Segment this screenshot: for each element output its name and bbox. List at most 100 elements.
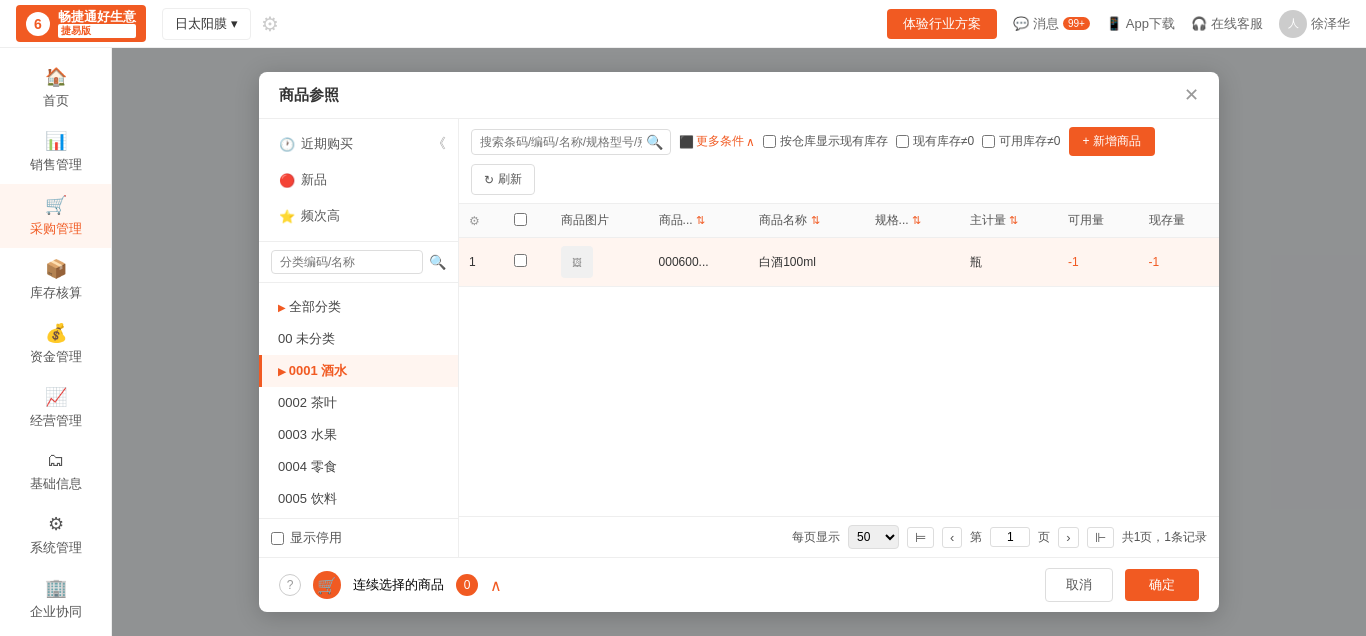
row-stock: -1: [1139, 238, 1220, 287]
search-icon[interactable]: 🔍: [646, 134, 663, 150]
th-spec[interactable]: 规格... ⇅: [865, 204, 960, 238]
toolbar-row: 🔍 ⬛ 更多条件 ∧ 按仓库显示现有库存: [459, 119, 1219, 204]
sidebar-item-purchase[interactable]: 🛒 采购管理: [0, 184, 111, 248]
product-table-wrap: ⚙ 商品图片 商品... ⇅ 商品名称 ⇅ 规格... ⇅ 主计量 ⇅ 可用量 …: [459, 204, 1219, 516]
sidebar-item-operations[interactable]: 📈 经营管理: [0, 376, 111, 440]
select-all-checkbox[interactable]: [514, 213, 527, 226]
collapse-up-icon[interactable]: ∧: [490, 576, 502, 595]
row-name: 白酒100ml: [749, 238, 864, 287]
category-item-0003[interactable]: 0003 水果: [259, 419, 458, 451]
row-checkbox[interactable]: [504, 238, 551, 287]
per-page-select[interactable]: 50 100 200: [848, 525, 899, 549]
warehouse-stock-checkbox[interactable]: [763, 135, 776, 148]
th-unit[interactable]: 主计量 ⇅: [960, 204, 1058, 238]
category-search-input[interactable]: [271, 250, 423, 274]
sidebar-item-label: 经营管理: [30, 412, 82, 430]
app-download-group[interactable]: 📱 App下载: [1106, 15, 1175, 33]
category-item-0001[interactable]: 0001 酒水: [259, 355, 458, 387]
frequent-icon: ⭐: [279, 209, 295, 224]
table-row[interactable]: 1 🖼 000600... 白酒100ml: [459, 238, 1219, 287]
row-select-checkbox[interactable]: [514, 254, 527, 267]
prev-page-button[interactable]: ‹: [942, 527, 962, 548]
sidebar-item-inventory[interactable]: 📦 库存核算: [0, 248, 111, 312]
show-disabled-row: 显示停用: [259, 518, 458, 557]
category-search-icon[interactable]: 🔍: [429, 254, 446, 270]
new-product-item[interactable]: 🔴 新品: [271, 165, 446, 195]
category-item-0005[interactable]: 0005 饮料: [259, 483, 458, 515]
store-selector[interactable]: 日太阳膜 ▾: [162, 8, 251, 40]
sidebar-item-label: 资金管理: [30, 348, 82, 366]
th-code[interactable]: 商品... ⇅: [649, 204, 750, 238]
category-search-row: 🔍: [259, 242, 458, 283]
filter-arrow-icon: ∧: [746, 135, 755, 149]
available-stock-label: 可用库存≠0: [999, 133, 1060, 150]
message-icon: 💬: [1013, 16, 1029, 31]
row-available: -1: [1058, 238, 1138, 287]
th-name[interactable]: 商品名称 ⇅: [749, 204, 864, 238]
chevron-down-icon: ▾: [231, 16, 238, 31]
recent-purchase-label: 近期购买: [301, 135, 353, 153]
confirm-button[interactable]: 确定: [1125, 569, 1199, 601]
frequent-item[interactable]: ⭐ 频次高: [271, 201, 446, 231]
logo-sub: 捷易版: [58, 24, 136, 38]
mobile-icon: 📱: [1106, 16, 1122, 31]
category-item-all[interactable]: 全部分类: [259, 291, 458, 323]
dialog-body: 🕐 近期购买 《 🔴 新品 ⭐ 频次高: [259, 119, 1219, 557]
help-icon[interactable]: ?: [279, 574, 301, 596]
inventory-icon: 📦: [45, 258, 67, 280]
logo-icon: 6: [26, 12, 50, 36]
warehouse-stock-label: 按仓库显示现有库存: [780, 133, 888, 150]
enterprise-icon: 🏢: [45, 577, 67, 599]
sidebar-item-label: 系统管理: [30, 539, 82, 557]
sidebar-item-sales[interactable]: 📊 销售管理: [0, 120, 111, 184]
online-service-group[interactable]: 🎧 在线客服: [1191, 15, 1263, 33]
username-label: 徐泽华: [1311, 15, 1350, 33]
page-suffix-label: 页: [1038, 529, 1050, 546]
sidebar-item-finance[interactable]: 💰 资金管理: [0, 312, 111, 376]
category-item-00[interactable]: 00 未分类: [259, 323, 458, 355]
row-spec: [865, 238, 960, 287]
online-service-label: 在线客服: [1211, 15, 1263, 33]
sidebar-item-enterprise[interactable]: 🏢 企业协同: [0, 567, 111, 631]
sidebar-item-guide[interactable]: 🎯 新手引导: [0, 631, 111, 636]
check-group-3: 可用库存≠0: [982, 133, 1060, 150]
system-icon: ⚙: [48, 513, 64, 535]
gear-icon: ⚙: [469, 214, 480, 228]
operations-icon: 📈: [45, 386, 67, 408]
sidebar-item-home[interactable]: 🏠 首页: [0, 56, 111, 120]
collapse-button[interactable]: 《: [432, 135, 446, 153]
user-group[interactable]: 人 徐泽华: [1279, 10, 1350, 38]
last-page-button[interactable]: ⊩: [1087, 527, 1114, 548]
category-item-0002[interactable]: 0002 茶叶: [259, 387, 458, 419]
recent-purchase-item[interactable]: 🕐 近期购买: [271, 129, 361, 159]
left-panel-top: 🕐 近期购买 《 🔴 新品 ⭐ 频次高: [259, 119, 458, 242]
available-stock-checkbox[interactable]: [982, 135, 995, 148]
new-product-button[interactable]: + 新增商品: [1069, 127, 1155, 156]
sidebar-item-system[interactable]: ⚙ 系统管理: [0, 503, 111, 567]
main-area: 商品参照 ✕ 🕐 近期购买 《: [112, 48, 1366, 636]
product-search-input[interactable]: [471, 129, 671, 155]
dialog: 商品参照 ✕ 🕐 近期购买 《: [259, 72, 1219, 612]
sidebar-item-basic-info[interactable]: 🗂 基础信息: [0, 440, 111, 503]
cart-count: 0: [456, 574, 478, 596]
dialog-close-button[interactable]: ✕: [1184, 84, 1199, 106]
filter-button[interactable]: ⬛ 更多条件 ∧: [679, 133, 755, 150]
sidebar-item-label: 企业协同: [30, 603, 82, 621]
check-group-2: 现有库存≠0: [896, 133, 974, 150]
messages-label: 消息: [1033, 15, 1059, 33]
show-disabled-checkbox[interactable]: [271, 532, 284, 545]
first-page-button[interactable]: ⊨: [907, 527, 934, 548]
cancel-button[interactable]: 取消: [1045, 568, 1113, 602]
show-disabled-label[interactable]: 显示停用: [290, 529, 342, 547]
settings-icon[interactable]: ⚙: [261, 12, 279, 36]
sidebar-item-label: 销售管理: [30, 156, 82, 174]
page-input[interactable]: [990, 527, 1030, 547]
messages-group[interactable]: 💬 消息 99+: [1013, 15, 1090, 33]
refresh-button[interactable]: ↻ 刷新: [471, 164, 535, 195]
trial-btn[interactable]: 体验行业方案: [887, 9, 997, 39]
total-label: 共1页，1条记录: [1122, 529, 1207, 546]
next-page-button[interactable]: ›: [1058, 527, 1078, 548]
category-item-0004[interactable]: 0004 零食: [259, 451, 458, 483]
current-stock-checkbox[interactable]: [896, 135, 909, 148]
th-gear[interactable]: ⚙: [459, 204, 504, 238]
